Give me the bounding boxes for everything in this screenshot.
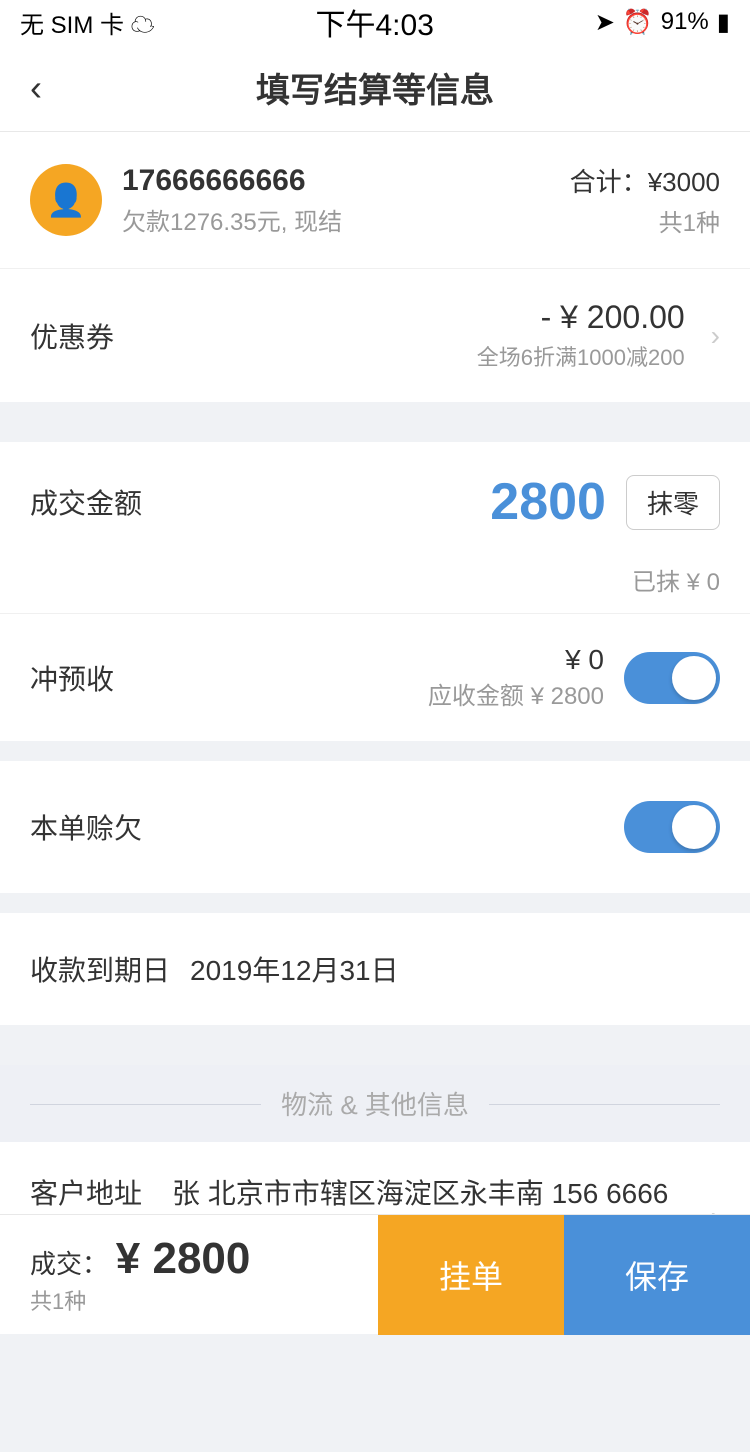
bottom-deal-label: 成交： [30, 1249, 108, 1279]
customer-phone: 17666666666 [122, 164, 342, 198]
customer-row: 👤 17666666666 欠款1276.35元, 现结 合计：¥3000 共1… [0, 132, 750, 268]
prepay-label: 冲预收 [30, 658, 114, 698]
credit-toggle-knob [672, 805, 716, 849]
due-date-value: 2019年12月31日 [190, 949, 399, 989]
deal-label: 成交金额 [30, 482, 142, 522]
coupon-amount: - ¥ 200.00 [477, 299, 685, 336]
customer-info-left: 👤 17666666666 欠款1276.35元, 现结 [30, 164, 342, 237]
back-button[interactable]: ‹ [30, 67, 42, 109]
amount-section: 成交金额 2800 抹零 已抹 ¥ 0 冲预收 ¥ 0 应收金额 ¥ 2800 [0, 442, 750, 741]
location-icon: ➤ [595, 8, 615, 37]
prepay-subtext: 应收金额 ¥ 2800 [428, 676, 604, 711]
credit-toggle[interactable] [624, 801, 720, 853]
customer-subtext: 欠款1276.35元, 现结 [122, 202, 342, 237]
bottom-bar: 成交： ¥ 2800 共1种 挂单 保存 [0, 1214, 750, 1334]
bottom-count: 共1种 [30, 1284, 348, 1316]
deal-amount-row: 成交金额 2800 抹零 [0, 442, 750, 562]
credit-section: 本单赊欠 [0, 761, 750, 893]
prepay-value: ¥ 0 [428, 644, 604, 676]
logistics-divider: 物流 & 其他信息 [0, 1065, 750, 1142]
prepay-row: 冲预收 ¥ 0 应收金额 ¥ 2800 [0, 613, 750, 741]
customer-details: 17666666666 欠款1276.35元, 现结 [122, 164, 342, 237]
chevron-right-icon: › [711, 320, 720, 352]
total-count: 共1种 [570, 203, 720, 238]
credit-label: 本单赊欠 [30, 807, 142, 847]
prepay-toggle[interactable] [624, 652, 720, 704]
status-bar: 无 SIM 卡 ☁ 下午4:03 ➤ ⏰ 91% ▮ [0, 0, 750, 44]
deal-value: 2800 [490, 472, 606, 532]
address-label: 客户地址 [30, 1172, 142, 1217]
hang-button[interactable]: 挂单 [378, 1215, 564, 1335]
coupon-label: 优惠券 [30, 316, 114, 356]
person-icon: 👤 [46, 181, 86, 219]
bottom-amount: ¥ 2800 [116, 1234, 251, 1283]
coupon-right: - ¥ 200.00 全场6折满1000减200 › [477, 299, 720, 372]
customer-section: 👤 17666666666 欠款1276.35元, 现结 合计：¥3000 共1… [0, 132, 750, 402]
gray-separator-1 [0, 422, 750, 442]
prepay-right: ¥ 0 应收金额 ¥ 2800 [428, 644, 720, 711]
coupon-row[interactable]: 优惠券 - ¥ 200.00 全场6折满1000减200 › [0, 268, 750, 402]
divider-text: 物流 & 其他信息 [261, 1090, 489, 1120]
total-label: 合计：¥3000 [570, 162, 720, 199]
battery-label: 91% [661, 8, 709, 36]
alarm-icon: ⏰ [623, 8, 653, 37]
status-right: ➤ ⏰ 91% ▮ [595, 8, 730, 37]
deal-right: 2800 抹零 [490, 472, 720, 532]
save-button[interactable]: 保存 [564, 1215, 750, 1335]
page-title: 填写结算等信息 [256, 63, 494, 112]
coupon-subtext: 全场6折满1000减200 [477, 340, 685, 372]
nav-bar: ‹ 填写结算等信息 [0, 44, 750, 132]
toggle-knob [672, 656, 716, 700]
gray-separator-3 [0, 1045, 750, 1065]
status-time: 下午4:03 [316, 0, 434, 44]
date-section: 收款到期日 2019年12月31日 [0, 913, 750, 1025]
credit-row: 本单赊欠 [0, 761, 750, 893]
deal-sub: 已抹 ¥ 0 [0, 562, 750, 613]
status-left: 无 SIM 卡 ☁ [20, 5, 155, 40]
bottom-summary: 成交： ¥ 2800 共1种 [0, 1234, 378, 1316]
due-date-label: 收款到期日 [30, 949, 170, 989]
due-date-row: 收款到期日 2019年12月31日 [0, 913, 750, 1025]
round-button[interactable]: 抹零 [626, 475, 720, 530]
gray-separator-2 [0, 741, 750, 761]
battery-icon: ▮ [717, 8, 730, 37]
avatar: 👤 [30, 164, 102, 236]
customer-total: 合计：¥3000 共1种 [570, 162, 720, 238]
sim-label: 无 SIM 卡 ☁ [20, 5, 155, 40]
bottom-deal-row: 成交： ¥ 2800 [30, 1234, 348, 1284]
